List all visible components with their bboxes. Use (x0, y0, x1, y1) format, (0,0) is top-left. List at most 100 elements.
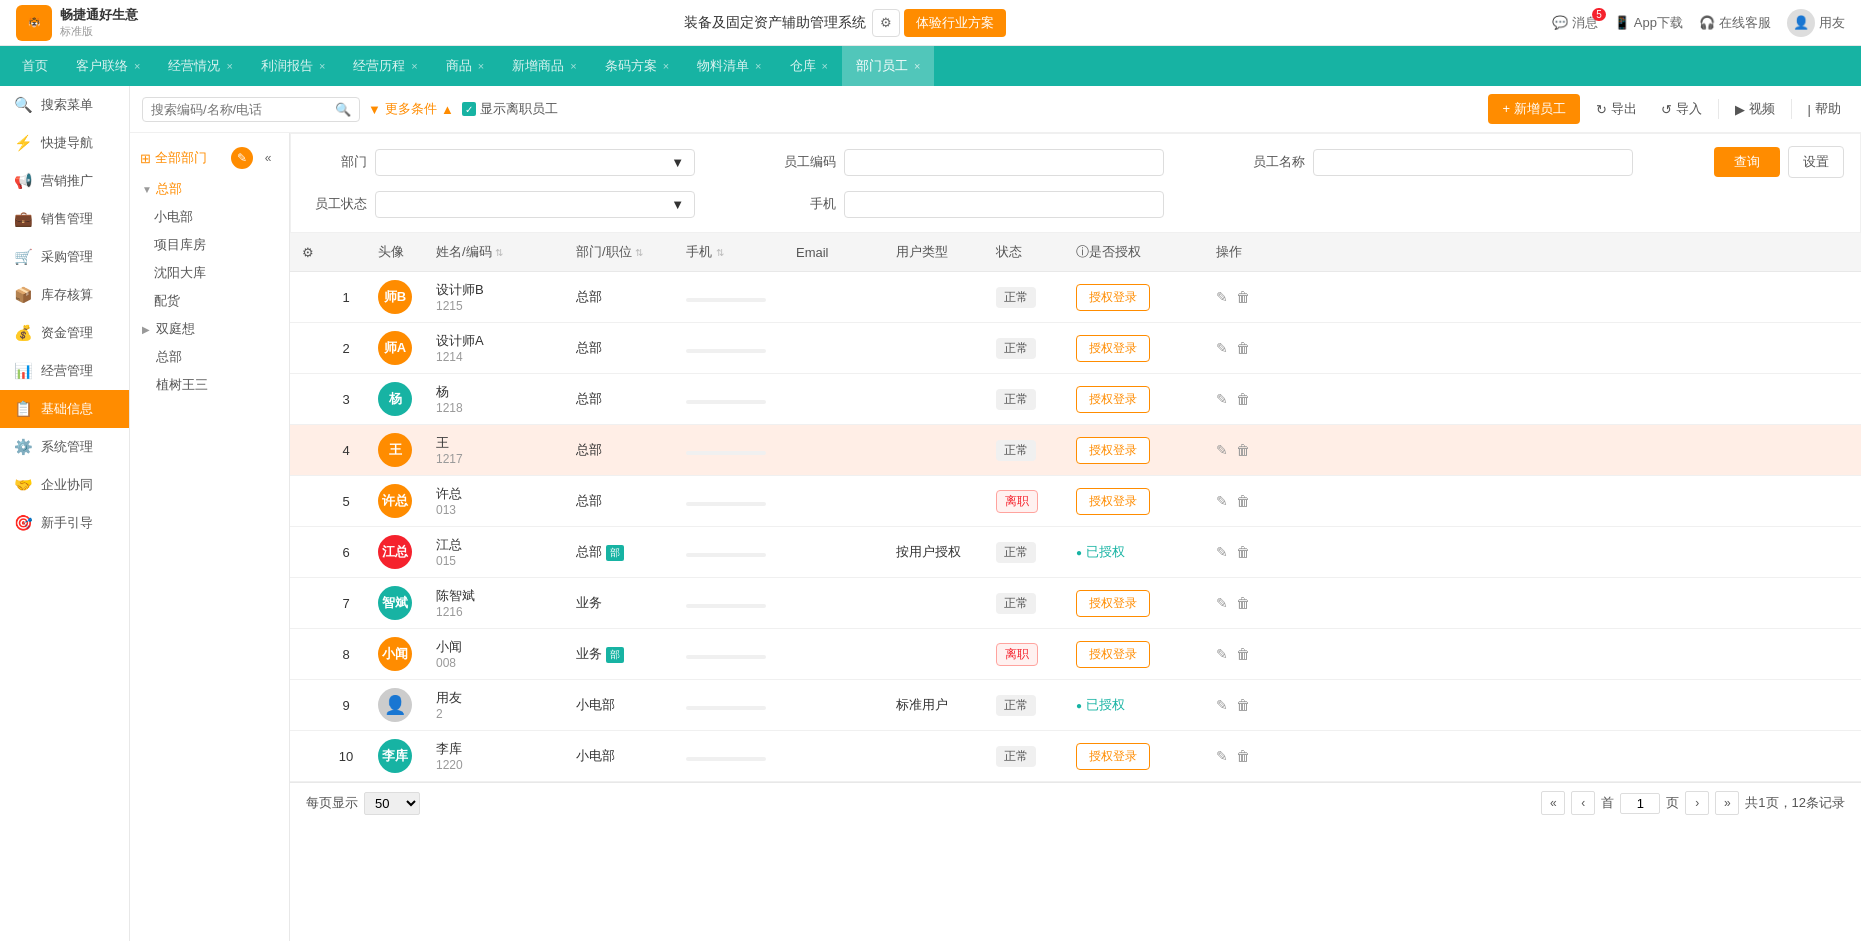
auth-login-button[interactable]: 授权登录 (1076, 335, 1150, 362)
trial-button[interactable]: 体验行业方案 (904, 9, 1006, 37)
delete-icon[interactable]: 🗑 (1236, 289, 1250, 305)
sidebar-item-purchase[interactable]: 🛒 采购管理 (0, 238, 129, 276)
edit-icon[interactable]: ✎ (1216, 595, 1228, 611)
tab-close-employees[interactable]: × (914, 60, 920, 72)
delete-icon[interactable]: 🗑 (1236, 697, 1250, 713)
export-button[interactable]: ↻ 导出 (1588, 96, 1645, 122)
delete-icon[interactable]: 🗑 (1236, 340, 1250, 356)
more-filter-button[interactable]: ▼ 更多条件 ▲ (368, 100, 454, 118)
tab-bom[interactable]: 物料清单 × (683, 46, 775, 86)
settings-button[interactable]: ⚙ (872, 9, 900, 37)
auth-login-button[interactable]: 授权登录 (1076, 488, 1150, 515)
dept-collapse-button[interactable]: « (257, 147, 279, 169)
sidebar-item-search[interactable]: 🔍 搜索菜单 (0, 86, 129, 124)
tab-warehouse[interactable]: 仓库 × (776, 46, 842, 86)
sidebar-item-finance[interactable]: 💰 资金管理 (0, 314, 129, 352)
delete-icon[interactable]: 🗑 (1236, 544, 1250, 560)
tab-close-new-goods[interactable]: × (570, 60, 576, 72)
edit-icon[interactable]: ✎ (1216, 289, 1228, 305)
sidebar-item-cooperation[interactable]: 🤝 企业协同 (0, 466, 129, 504)
auth-login-button[interactable]: 授权登录 (1076, 386, 1150, 413)
all-departments-label[interactable]: ⊞ 全部部门 (140, 149, 207, 167)
sidebar-item-shortcut[interactable]: ⚡ 快捷导航 (0, 124, 129, 162)
edit-icon[interactable]: ✎ (1216, 748, 1228, 764)
sidebar-item-inventory[interactable]: 📦 库存核算 (0, 276, 129, 314)
edit-icon[interactable]: ✎ (1216, 646, 1228, 662)
sidebar-item-basic[interactable]: 📋 基础信息 (0, 390, 129, 428)
app-download-button[interactable]: 📱 App下载 (1614, 14, 1683, 32)
tab-close-history[interactable]: × (411, 60, 417, 72)
tab-employees[interactable]: 部门员工 × (842, 46, 934, 86)
delete-icon[interactable]: 🗑 (1236, 493, 1250, 509)
filter-phone-input[interactable] (844, 191, 1164, 218)
query-button[interactable]: 查询 (1714, 147, 1780, 177)
search-input[interactable] (151, 102, 331, 117)
prev-page-button[interactable]: ‹ (1571, 791, 1595, 815)
filter-empname-input[interactable] (1313, 149, 1633, 176)
tab-barcode[interactable]: 条码方案 × (591, 46, 683, 86)
dept-add-button[interactable]: ✎ (231, 147, 253, 169)
delete-icon[interactable]: 🗑 (1236, 595, 1250, 611)
add-employee-button[interactable]: + 新增员工 (1488, 94, 1579, 124)
edit-icon[interactable]: ✎ (1216, 391, 1228, 407)
edit-icon[interactable]: ✎ (1216, 442, 1228, 458)
filter-empcode-input[interactable] (844, 149, 1164, 176)
auth-login-button[interactable]: 授权登录 (1076, 743, 1150, 770)
auth-login-button[interactable]: 授权登录 (1076, 590, 1150, 617)
user-area[interactable]: 👤 用友 (1787, 9, 1845, 37)
dept-col-header[interactable]: 部门/职位 ⇅ (564, 233, 674, 272)
reset-button[interactable]: 设置 (1788, 146, 1844, 178)
page-size-select[interactable]: 50 100 (364, 792, 420, 815)
tab-profit[interactable]: 利润报告 × (247, 46, 339, 86)
help-button[interactable]: | 帮助 (1800, 96, 1849, 122)
sidebar-item-system[interactable]: ⚙️ 系统管理 (0, 428, 129, 466)
sidebar-item-sales[interactable]: 💼 销售管理 (0, 200, 129, 238)
auth-login-button[interactable]: 授权登录 (1076, 437, 1150, 464)
dept-item-zhishu[interactable]: 植树王三 (134, 371, 285, 399)
first-page-button[interactable]: « (1541, 791, 1565, 815)
tab-history[interactable]: 经营历程 × (339, 46, 431, 86)
tab-close-profit[interactable]: × (319, 60, 325, 72)
view-button[interactable]: ▶ 视频 (1727, 96, 1783, 122)
delete-icon[interactable]: 🗑 (1236, 391, 1250, 407)
tab-operations[interactable]: 经营情况 × (154, 46, 246, 86)
sidebar-item-guide[interactable]: 🎯 新手引导 (0, 504, 129, 542)
name-col-header[interactable]: 姓名/编码 ⇅ (424, 233, 564, 272)
tab-close-warehouse[interactable]: × (822, 60, 828, 72)
show-resigned-toggle[interactable]: ✓ 显示离职员工 (462, 100, 558, 118)
last-page-button[interactable]: » (1715, 791, 1739, 815)
edit-icon[interactable]: ✎ (1216, 544, 1228, 560)
next-page-button[interactable]: › (1685, 791, 1709, 815)
tab-close-goods[interactable]: × (478, 60, 484, 72)
tab-goods[interactable]: 商品 × (432, 46, 498, 86)
tab-new-goods[interactable]: 新增商品 × (498, 46, 590, 86)
filter-status-select[interactable]: ▼ (375, 191, 695, 218)
phone-col-header[interactable]: 手机 ⇅ (674, 233, 784, 272)
tab-close-bom[interactable]: × (755, 60, 761, 72)
sidebar-item-marketing[interactable]: 📢 营销推广 (0, 162, 129, 200)
settings-col-header[interactable]: ⚙ (290, 233, 326, 272)
dept-item-small-electric[interactable]: 小电部 (146, 203, 285, 231)
delete-icon[interactable]: 🗑 (1236, 646, 1250, 662)
edit-icon[interactable]: ✎ (1216, 340, 1228, 356)
filter-dept-select[interactable]: ▼ (375, 149, 695, 176)
dept-item-distribution[interactable]: 配货 (146, 287, 285, 315)
current-page-input[interactable] (1620, 793, 1660, 814)
tab-customer[interactable]: 客户联络 × (62, 46, 154, 86)
tab-close-operations[interactable]: × (226, 60, 232, 72)
auth-login-button[interactable]: 授权登录 (1076, 284, 1150, 311)
dept-item-project-warehouse[interactable]: 项目库房 (146, 231, 285, 259)
tab-close-customer[interactable]: × (134, 60, 140, 72)
edit-icon[interactable]: ✎ (1216, 493, 1228, 509)
tab-close-barcode[interactable]: × (663, 60, 669, 72)
dept-item-headquarter[interactable]: ▼ 总部 (134, 175, 285, 203)
dept-item-shuangting[interactable]: ▶ 双庭想 (134, 315, 285, 343)
import-button[interactable]: ↺ 导入 (1653, 96, 1710, 122)
auth-login-button[interactable]: 授权登录 (1076, 641, 1150, 668)
message-button[interactable]: 💬 消息 5 (1552, 14, 1598, 32)
edit-icon[interactable]: ✎ (1216, 697, 1228, 713)
search-icon-btn[interactable]: 🔍 (335, 102, 351, 117)
delete-icon[interactable]: 🗑 (1236, 748, 1250, 764)
sidebar-item-operations[interactable]: 📊 经营管理 (0, 352, 129, 390)
delete-icon[interactable]: 🗑 (1236, 442, 1250, 458)
